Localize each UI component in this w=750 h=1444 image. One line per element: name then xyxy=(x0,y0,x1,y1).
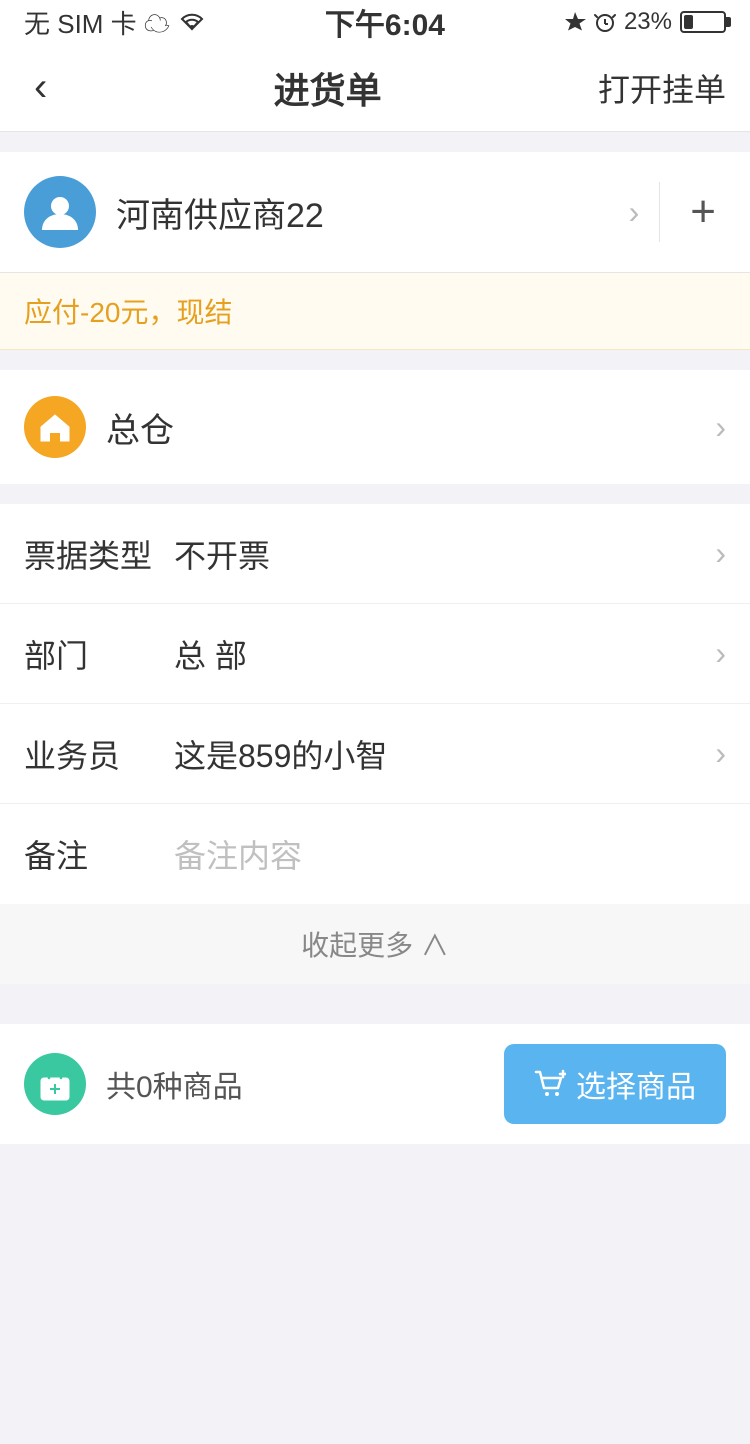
product-count-text: 共0种商品 xyxy=(106,1062,484,1106)
sales-row[interactable]: 业务员 这是859的小智 › xyxy=(0,704,750,804)
section-gap-1 xyxy=(0,132,750,152)
house-icon xyxy=(37,409,73,445)
bottom-bar: 共0种商品 选择商品 xyxy=(0,1024,750,1144)
status-right: 23% xyxy=(564,8,726,36)
sales-chevron: › xyxy=(715,735,726,772)
dept-chevron: › xyxy=(715,635,726,672)
section-gap-2 xyxy=(0,350,750,370)
remark-value[interactable]: 备注内容 xyxy=(174,831,726,877)
section-gap-3 xyxy=(0,484,750,504)
warehouse-card: 总仓 › xyxy=(0,370,750,484)
remark-label: 备注 xyxy=(24,831,164,877)
supplier-card: 河南供应商22 › + 应付-20元，现结 xyxy=(0,152,750,350)
add-button[interactable]: + xyxy=(680,177,726,247)
product-count-icon xyxy=(24,1053,86,1115)
sim-signal: 无 SIM 卡 ☁ xyxy=(24,4,170,41)
select-product-button[interactable]: 选择商品 xyxy=(504,1044,726,1124)
supplier-avatar xyxy=(24,176,96,248)
page-fill xyxy=(0,1144,750,1444)
warehouse-row[interactable]: 总仓 › xyxy=(0,370,750,484)
location-icon xyxy=(564,11,586,33)
wifi-icon xyxy=(178,11,206,33)
dept-value: 总 部 xyxy=(174,631,715,677)
invoice-chevron: › xyxy=(715,535,726,572)
bag-icon xyxy=(37,1066,73,1102)
open-pending-button[interactable]: 打开挂单 xyxy=(598,65,726,111)
select-product-label: 选择商品 xyxy=(576,1062,696,1106)
back-button[interactable]: ‹ xyxy=(24,55,57,120)
invoice-label: 票据类型 xyxy=(24,531,164,577)
person-icon xyxy=(38,190,82,234)
supplier-row[interactable]: 河南供应商22 › + xyxy=(0,152,750,273)
sales-value: 这是859的小智 xyxy=(174,731,715,777)
notice-banner: 应付-20元，现结 xyxy=(0,273,750,350)
collapse-label: 收起更多 ∧ xyxy=(301,924,449,964)
status-left: 无 SIM 卡 ☁ xyxy=(24,4,206,41)
nav-bar: ‹ 进货单 打开挂单 xyxy=(0,44,750,132)
alarm-icon xyxy=(594,11,616,33)
warehouse-chevron: › xyxy=(715,409,726,446)
warehouse-name: 总仓 xyxy=(106,403,705,452)
supplier-chevron: › xyxy=(629,194,640,231)
vertical-divider xyxy=(659,182,660,242)
supplier-name: 河南供应商22 xyxy=(116,188,619,237)
status-time: 下午6:04 xyxy=(325,0,445,44)
sales-label: 业务员 xyxy=(24,731,164,777)
invoice-row[interactable]: 票据类型 不开票 › xyxy=(0,504,750,604)
battery-icon xyxy=(680,11,726,33)
warehouse-icon xyxy=(24,396,86,458)
dept-row[interactable]: 部门 总 部 › xyxy=(0,604,750,704)
invoice-value: 不开票 xyxy=(174,531,715,577)
section-gap-4 xyxy=(0,984,750,1004)
page-title: 进货单 xyxy=(274,62,382,114)
form-card: 票据类型 不开票 › 部门 总 部 › 业务员 这是859的小智 › 备注 备注… xyxy=(0,504,750,904)
collapse-row[interactable]: 收起更多 ∧ xyxy=(0,904,750,984)
cart-add-icon xyxy=(534,1068,566,1100)
battery-percent: 23% xyxy=(624,8,672,36)
dept-label: 部门 xyxy=(24,631,164,677)
status-bar: 无 SIM 卡 ☁ 下午6:04 23% xyxy=(0,0,750,44)
remark-row[interactable]: 备注 备注内容 xyxy=(0,804,750,904)
